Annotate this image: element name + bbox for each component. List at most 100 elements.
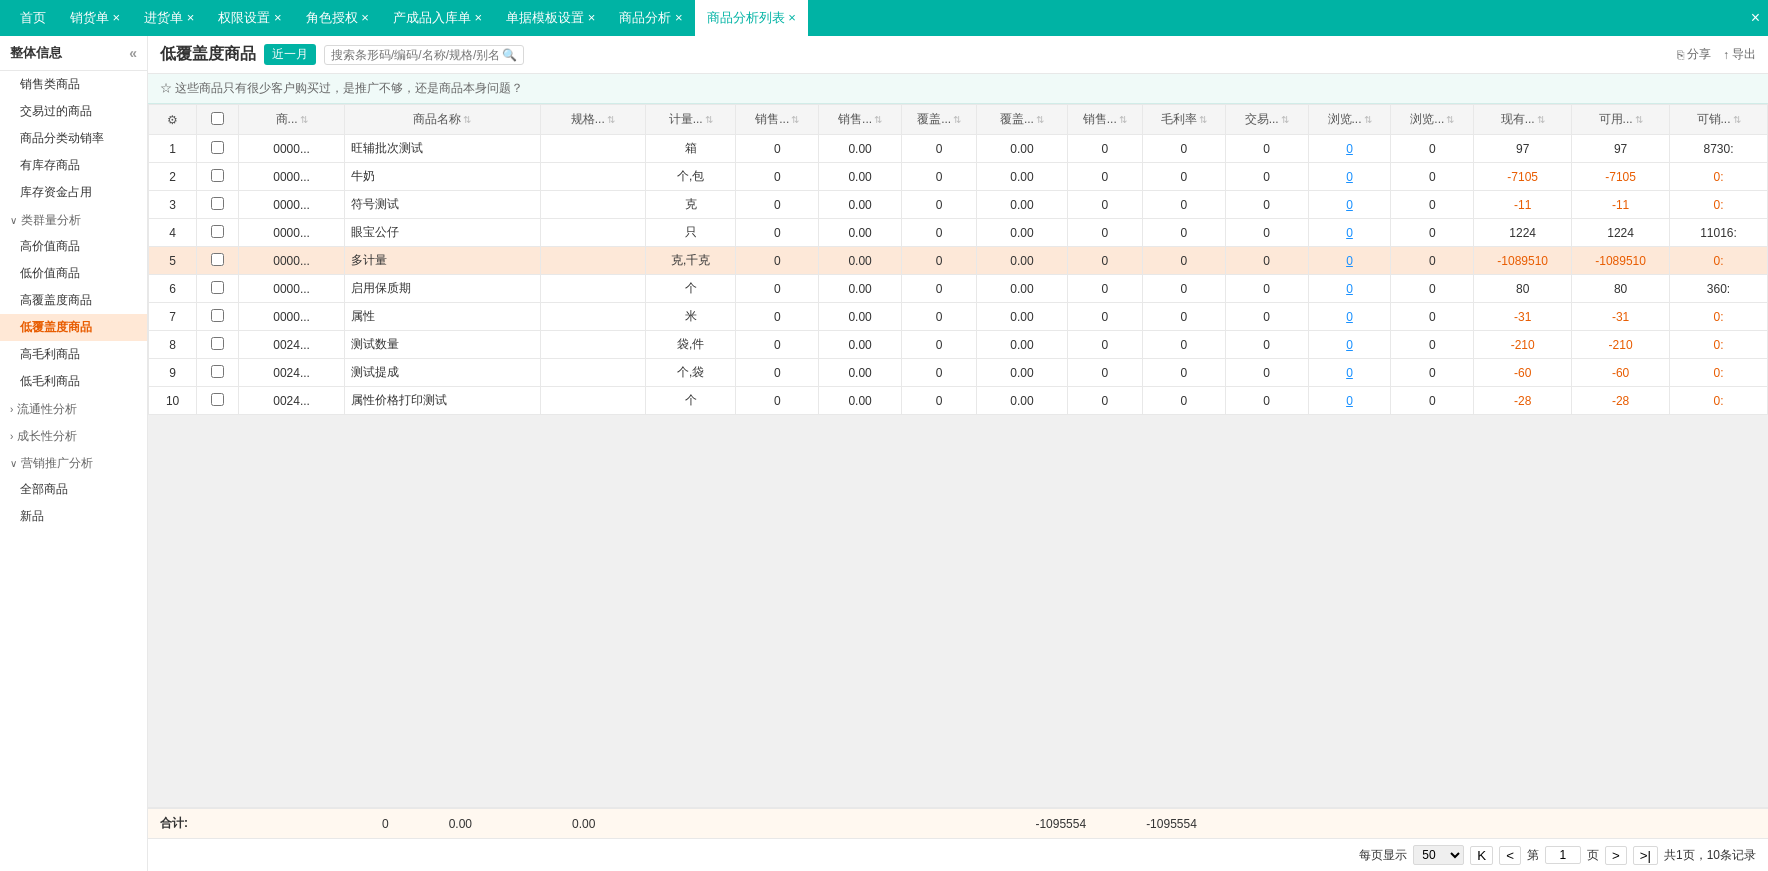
per-page-select[interactable]: 10 20 50 100	[1413, 845, 1464, 865]
search-icon[interactable]: 🔍	[502, 48, 517, 62]
cell-sales-amt: 0.00	[819, 387, 902, 415]
sidebar-item-stock-goods[interactable]: 有库存商品	[0, 152, 147, 179]
row-checkbox[interactable]	[211, 141, 224, 154]
first-page-btn[interactable]: K	[1470, 846, 1493, 865]
cell-checkbox[interactable]	[197, 387, 239, 415]
cell-avail1: -31	[1474, 303, 1572, 331]
cell-checkbox[interactable]	[197, 303, 239, 331]
sidebar-collapse-btn[interactable]: «	[129, 45, 137, 61]
last-page-btn[interactable]: >|	[1633, 846, 1658, 865]
row-checkbox[interactable]	[211, 365, 224, 378]
sidebar-section-group-analysis[interactable]: ∨ 类群量分析	[0, 206, 147, 233]
nav-permission[interactable]: 权限设置 ×	[206, 0, 293, 36]
sidebar-item-low-value[interactable]: 低价值商品	[0, 260, 147, 287]
sidebar-item-all-goods[interactable]: 全部商品	[0, 476, 147, 503]
sidebar-item-high-coverage[interactable]: 高覆盖度商品	[0, 287, 147, 314]
select-all-checkbox[interactable]	[211, 112, 224, 125]
sidebar-item-high-value[interactable]: 高价值商品	[0, 233, 147, 260]
cell-checkbox[interactable]	[197, 359, 239, 387]
nav-purchase-order[interactable]: 进货单 ×	[132, 0, 206, 36]
cell-checkbox[interactable]	[197, 219, 239, 247]
nav-sales-order[interactable]: 销货单 ×	[58, 0, 132, 36]
nav-home[interactable]: 首页	[8, 0, 58, 36]
col-header-unit[interactable]: 计量...⇅	[645, 105, 735, 135]
sidebar-item-traded-goods[interactable]: 交易过的商品	[0, 98, 147, 125]
sidebar-item-low-coverage[interactable]: 低覆盖度商品	[0, 314, 147, 341]
cell-browse1[interactable]: 0	[1308, 135, 1391, 163]
col-header-avail1[interactable]: 现有...⇅	[1474, 105, 1572, 135]
share-button[interactable]: ⎘ 分享	[1677, 46, 1711, 63]
col-header-sales-qty[interactable]: 销售...⇅	[736, 105, 819, 135]
cell-code: 0000...	[239, 219, 344, 247]
row-checkbox[interactable]	[211, 393, 224, 406]
search-input[interactable]	[331, 48, 502, 62]
total-cov2: 0.00	[572, 817, 595, 831]
cell-browse1[interactable]: 0	[1308, 275, 1391, 303]
row-checkbox[interactable]	[211, 309, 224, 322]
sidebar-section-marketing[interactable]: ∨ 营销推广分析	[0, 449, 147, 476]
col-header-cov2[interactable]: 覆盖...⇅	[977, 105, 1067, 135]
cell-browse1[interactable]: 0	[1308, 331, 1391, 359]
nav-goods-analysis[interactable]: 商品分析 ×	[607, 0, 694, 36]
col-header-cov1[interactable]: 覆盖...⇅	[901, 105, 976, 135]
sidebar-item-low-margin[interactable]: 低毛利商品	[0, 368, 147, 395]
cell-checkbox[interactable]	[197, 275, 239, 303]
cell-checkbox[interactable]	[197, 247, 239, 275]
nav-role-auth[interactable]: 角色授权 ×	[294, 0, 381, 36]
col-header-sales-amt[interactable]: 销售...⇅	[819, 105, 902, 135]
col-header-avail3[interactable]: 可销...⇅	[1670, 105, 1768, 135]
row-checkbox[interactable]	[211, 337, 224, 350]
row-checkbox[interactable]	[211, 225, 224, 238]
period-button[interactable]: 近一月	[264, 44, 316, 65]
row-checkbox[interactable]	[211, 169, 224, 182]
sidebar-item-high-margin[interactable]: 高毛利商品	[0, 341, 147, 368]
cell-browse1[interactable]: 0	[1308, 219, 1391, 247]
sidebar-item-new-goods[interactable]: 新品	[0, 503, 147, 530]
col-header-sold[interactable]: 销售...⇅	[1067, 105, 1142, 135]
col-header-trans[interactable]: 交易...⇅	[1225, 105, 1308, 135]
sidebar-section-growth[interactable]: › 成长性分析	[0, 422, 147, 449]
col-header-settings[interactable]: ⚙	[149, 105, 197, 135]
nav-goods-analysis-list[interactable]: 商品分析列表 ×	[695, 0, 808, 36]
col-header-browse2[interactable]: 浏览...⇅	[1391, 105, 1474, 135]
sidebar-item-capital-occupy[interactable]: 库存资金占用	[0, 179, 147, 206]
settings-icon[interactable]: ⚙	[167, 113, 178, 127]
row-checkbox[interactable]	[211, 253, 224, 266]
table-row: 9 0024... 测试提成 个,袋 0 0.00 0 0.00 0 0 0 0…	[149, 359, 1768, 387]
prev-page-btn[interactable]: <	[1499, 846, 1521, 865]
row-checkbox[interactable]	[211, 197, 224, 210]
current-page-input[interactable]	[1545, 846, 1581, 864]
sidebar-item-sales-goods[interactable]: 销售类商品	[0, 71, 147, 98]
cell-browse2: 0	[1391, 219, 1474, 247]
row-checkbox[interactable]	[211, 281, 224, 294]
export-button[interactable]: ↑ 导出	[1723, 46, 1756, 63]
col-header-avail2[interactable]: 可用...⇅	[1572, 105, 1670, 135]
col-header-code[interactable]: 商...⇅	[239, 105, 344, 135]
total-avail2: -1095554	[1146, 817, 1197, 831]
cell-checkbox[interactable]	[197, 191, 239, 219]
nav-product-in[interactable]: 产成品入库单 ×	[381, 0, 494, 36]
table-container[interactable]: ⚙ 商...⇅ 商品名称⇅ 规格...⇅ 计量...⇅ 销售...⇅ 销售...…	[148, 104, 1768, 807]
next-page-btn[interactable]: >	[1605, 846, 1627, 865]
col-header-name[interactable]: 商品名称⇅	[344, 105, 540, 135]
cell-browse1[interactable]: 0	[1308, 191, 1391, 219]
sidebar-header: 整体信息 «	[0, 36, 147, 71]
col-header-browse1[interactable]: 浏览...⇅	[1308, 105, 1391, 135]
cell-checkbox[interactable]	[197, 331, 239, 359]
col-header-gp[interactable]: 毛利率⇅	[1142, 105, 1225, 135]
cell-checkbox[interactable]	[197, 163, 239, 191]
cell-browse1[interactable]: 0	[1308, 387, 1391, 415]
cell-checkbox[interactable]	[197, 135, 239, 163]
cell-browse1[interactable]: 0	[1308, 163, 1391, 191]
section-label-3: 成长性分析	[17, 428, 77, 445]
sidebar-item-category-rate[interactable]: 商品分类动销率	[0, 125, 147, 152]
cell-browse1[interactable]: 0	[1308, 359, 1391, 387]
cell-browse1[interactable]: 0	[1308, 247, 1391, 275]
cell-browse1[interactable]: 0	[1308, 303, 1391, 331]
nav-template[interactable]: 单据模板设置 ×	[494, 0, 607, 36]
window-close-btn[interactable]: ×	[1751, 9, 1760, 27]
col-header-spec[interactable]: 规格...⇅	[540, 105, 645, 135]
cell-spec	[540, 359, 645, 387]
cell-gp: 0	[1142, 275, 1225, 303]
sidebar-section-circulation[interactable]: › 流通性分析	[0, 395, 147, 422]
